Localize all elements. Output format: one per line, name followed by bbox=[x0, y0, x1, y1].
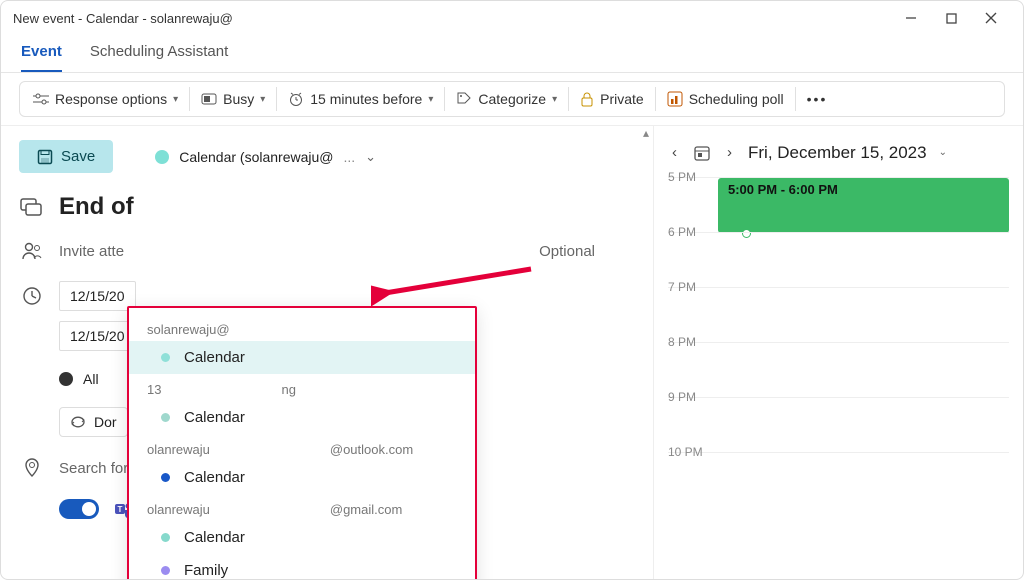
ellipsis-icon: ••• bbox=[807, 91, 828, 107]
chevron-down-icon: ▾ bbox=[260, 94, 265, 105]
hour-label: 7 PM bbox=[668, 280, 712, 294]
chevron-down-icon: ⌄ bbox=[939, 147, 947, 158]
chevron-down-icon: ⌄ bbox=[365, 149, 376, 165]
calendar-option[interactable]: Calendar bbox=[129, 521, 475, 554]
calendar-color-dot bbox=[161, 413, 170, 422]
hour-label: 8 PM bbox=[668, 335, 712, 349]
calendar-color-dot bbox=[161, 473, 170, 482]
hour-row[interactable]: 10 PM bbox=[668, 452, 1009, 507]
toolbar: Response options▾ Busy▾ 15 minutes befor… bbox=[1, 73, 1023, 126]
calendar-option[interactable]: Calendar bbox=[129, 401, 475, 434]
hour-label: 10 PM bbox=[668, 445, 712, 459]
invite-attendees-input[interactable]: Invite atte bbox=[59, 243, 124, 260]
minimize-button[interactable] bbox=[891, 4, 931, 32]
more-button[interactable]: ••• bbox=[798, 84, 837, 114]
alarm-clock-icon bbox=[288, 91, 304, 107]
start-date-input[interactable]: 12/15/20 bbox=[59, 281, 136, 311]
sliders-icon bbox=[33, 92, 49, 106]
hour-label: 5 PM bbox=[668, 170, 712, 184]
event-title-input[interactable]: End of bbox=[59, 193, 134, 221]
title-icon bbox=[19, 196, 45, 218]
tab-scheduling-assistant[interactable]: Scheduling Assistant bbox=[90, 35, 228, 72]
response-options-button[interactable]: Response options▾ bbox=[24, 84, 187, 114]
titlebar: New event - Calendar - solanrewaju@ bbox=[1, 1, 1023, 35]
view-tabs: Event Scheduling Assistant bbox=[1, 35, 1023, 73]
chevron-down-icon: ▾ bbox=[552, 94, 557, 105]
prev-day-button[interactable]: ‹ bbox=[668, 142, 681, 163]
dropdown-account-label: olanrewaju@gmail.com bbox=[129, 494, 475, 521]
people-icon bbox=[19, 241, 45, 261]
next-day-button[interactable]: › bbox=[723, 142, 736, 163]
repeat-button[interactable]: Dor bbox=[59, 407, 128, 437]
calendar-color-dot bbox=[161, 353, 170, 362]
lock-icon bbox=[580, 91, 594, 107]
end-date-input[interactable]: 12/15/20 bbox=[59, 321, 136, 351]
hour-row[interactable]: 9 PM bbox=[668, 397, 1009, 452]
event-block[interactable]: 5:00 PM - 6:00 PM bbox=[718, 178, 1009, 233]
save-button[interactable]: Save bbox=[19, 140, 113, 173]
tag-icon bbox=[456, 91, 472, 107]
busy-status-button[interactable]: Busy▾ bbox=[192, 84, 274, 114]
maximize-button[interactable] bbox=[931, 4, 971, 32]
categorize-button[interactable]: Categorize▾ bbox=[447, 84, 566, 114]
location-input[interactable]: Search for bbox=[59, 460, 128, 477]
scheduling-poll-button[interactable]: Scheduling poll bbox=[658, 84, 793, 114]
dropdown-account-label: solanrewaju@ bbox=[129, 314, 475, 341]
today-icon[interactable] bbox=[693, 144, 711, 162]
timeline-date[interactable]: Fri, December 15, 2023 bbox=[748, 143, 927, 163]
calendar-dropdown[interactable]: solanrewaju@Calendar13ngCalendarolanrewa… bbox=[127, 306, 477, 579]
tab-event[interactable]: Event bbox=[21, 35, 62, 72]
location-icon bbox=[19, 457, 45, 479]
busy-icon bbox=[201, 93, 217, 105]
poll-icon bbox=[667, 91, 683, 107]
calendar-color-dot bbox=[161, 533, 170, 542]
calendar-color-dot bbox=[161, 566, 170, 575]
calendar-option[interactable]: Calendar bbox=[129, 341, 475, 374]
reminder-button[interactable]: 15 minutes before▾ bbox=[279, 84, 442, 114]
scroll-up-icon[interactable]: ▴ bbox=[643, 126, 649, 140]
dropdown-account-label: 13ng bbox=[129, 374, 475, 401]
repeat-icon bbox=[70, 415, 86, 429]
hour-row[interactable]: 7 PM bbox=[668, 287, 1009, 342]
hour-label: 6 PM bbox=[668, 225, 712, 239]
svg-text:T: T bbox=[118, 505, 123, 514]
calendar-option[interactable]: Calendar bbox=[129, 461, 475, 494]
allday-label: All bbox=[83, 371, 99, 387]
dropdown-account-label: olanrewaju@outlook.com bbox=[129, 434, 475, 461]
calendar-picker[interactable]: Calendar (solanrewaju@ ... ⌄ bbox=[155, 149, 376, 165]
hour-label: 9 PM bbox=[668, 390, 712, 404]
chevron-down-icon: ▾ bbox=[428, 94, 433, 105]
close-button[interactable] bbox=[971, 4, 1011, 32]
optional-button[interactable]: Optional bbox=[539, 243, 635, 260]
hour-row[interactable]: 6 PM bbox=[668, 232, 1009, 287]
private-button[interactable]: Private bbox=[571, 84, 653, 114]
calendar-color-dot bbox=[155, 150, 169, 164]
hour-row[interactable]: 8 PM bbox=[668, 342, 1009, 397]
allday-radio[interactable] bbox=[59, 372, 73, 386]
teams-toggle[interactable] bbox=[59, 499, 99, 519]
hour-row[interactable]: 5 PM5:00 PM - 6:00 PM bbox=[668, 177, 1009, 232]
window-title: New event - Calendar - solanrewaju@ bbox=[13, 11, 891, 26]
save-icon bbox=[37, 149, 53, 165]
chevron-down-icon: ▾ bbox=[173, 94, 178, 105]
clock-icon bbox=[19, 286, 45, 306]
day-timeline: ‹ › Fri, December 15, 2023 ⌄ 5 PM5:00 PM… bbox=[653, 126, 1023, 579]
calendar-option[interactable]: Family bbox=[129, 554, 475, 579]
